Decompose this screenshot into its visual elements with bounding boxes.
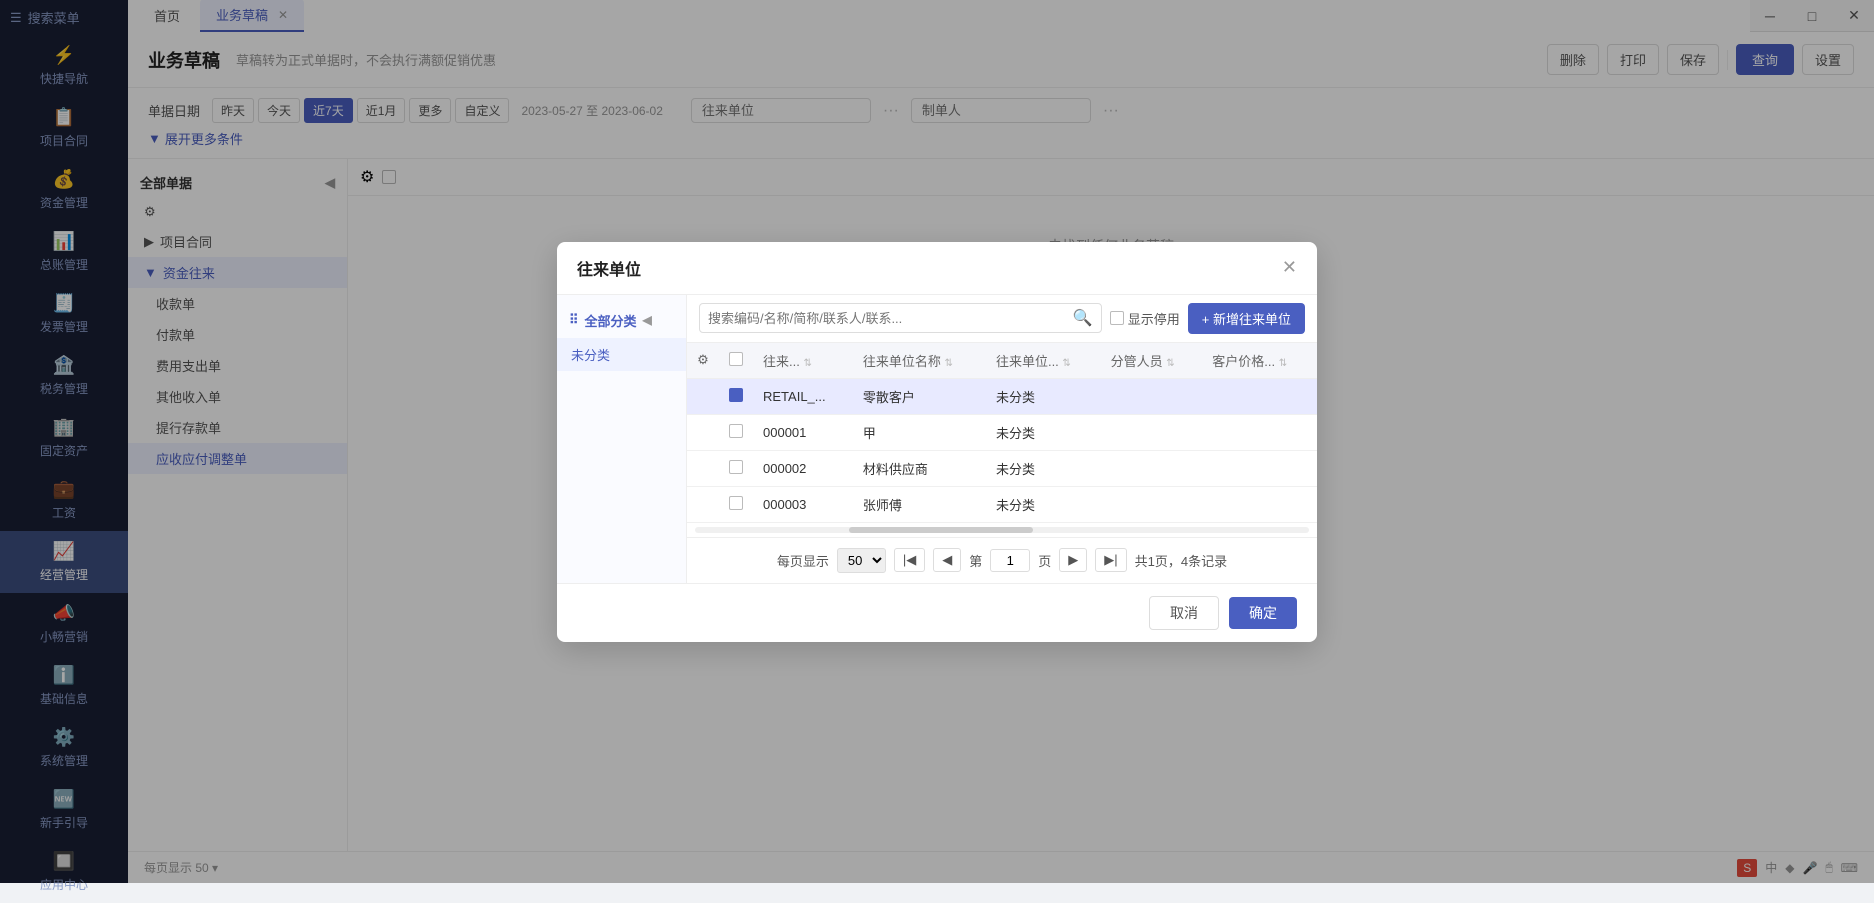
row-settings — [687, 450, 719, 486]
header-checkbox[interactable] — [729, 352, 743, 366]
sort-icon2: ⇅ — [945, 358, 953, 369]
show-disabled-label: 显示停用 — [1128, 309, 1180, 328]
row-name: 甲 — [853, 414, 986, 450]
row-settings — [687, 414, 719, 450]
cat-item-label: 未分类 — [571, 348, 610, 363]
row-code: 000003 — [753, 486, 853, 522]
scrollbar-thumb[interactable] — [849, 527, 1033, 533]
per-page-label: 每页显示 — [777, 551, 829, 570]
add-counterpart-button[interactable]: + 新增往来单位 — [1188, 303, 1305, 334]
search-box[interactable]: 🔍 — [699, 303, 1102, 333]
row-name: 零散客户 — [853, 378, 986, 414]
table-row[interactable]: 000001 甲 未分类 — [687, 414, 1317, 450]
row-checkbox[interactable] — [719, 414, 753, 450]
dialog-pagination: 每页显示 50 |◀ ◀ 第 页 ▶ ▶| 共1页，4条记录 — [687, 537, 1317, 583]
dialog-footer: 取消 确定 — [557, 583, 1317, 642]
col-manager: 分管人员 ⇅ — [1101, 343, 1203, 379]
first-page-button[interactable]: |◀ — [894, 548, 925, 572]
show-disabled-checkbox[interactable] — [1110, 311, 1124, 325]
dialog-title: 往来单位 — [577, 256, 641, 280]
row-cb-4[interactable] — [729, 496, 743, 510]
table-row[interactable]: 000002 材料供应商 未分类 — [687, 450, 1317, 486]
grid-icon: ⠿ — [569, 312, 579, 328]
dialog-header: 往来单位 ✕ — [557, 242, 1317, 295]
row-price — [1202, 414, 1317, 450]
row-category: 未分类 — [986, 378, 1101, 414]
dialog-close-icon[interactable]: ✕ — [1282, 257, 1297, 278]
page-label-pre: 第 — [969, 551, 982, 570]
row-settings — [687, 378, 719, 414]
row-price — [1202, 450, 1317, 486]
col-name: 往来单位名称 ⇅ — [853, 343, 986, 379]
show-disabled-option: 显示停用 — [1110, 309, 1180, 328]
table-row[interactable]: 000003 张师傅 未分类 — [687, 486, 1317, 522]
dialog-body: ⠿ 全部分类 ◀ 未分类 🔍 显示停 — [557, 295, 1317, 583]
dialog-overlay: 往来单位 ✕ ⠿ 全部分类 ◀ 未分类 — [0, 0, 1874, 883]
counterpart-table: ⚙ 往来... ⇅ 往来单位名称 ⇅ 往来单位... ⇅ 分管人员 ⇅ 客户价格… — [687, 343, 1317, 523]
sort-icon4: ⇅ — [1166, 358, 1174, 369]
data-table: ⚙ 往来... ⇅ 往来单位名称 ⇅ 往来单位... ⇅ 分管人员 ⇅ 客户价格… — [687, 343, 1317, 523]
col-code: 往来... ⇅ — [753, 343, 853, 379]
row-category: 未分类 — [986, 450, 1101, 486]
row-checkbox[interactable] — [719, 486, 753, 522]
row-cb-1[interactable] — [729, 388, 743, 402]
cancel-button[interactable]: 取消 — [1149, 596, 1219, 630]
row-manager — [1101, 486, 1203, 522]
row-category: 未分类 — [986, 414, 1101, 450]
next-page-button[interactable]: ▶ — [1059, 548, 1087, 572]
row-code: RETAIL_... — [753, 378, 853, 414]
search-input[interactable] — [708, 311, 1069, 326]
sort-icon: ⇅ — [803, 358, 811, 369]
row-name: 张师傅 — [853, 486, 986, 522]
row-manager — [1101, 414, 1203, 450]
row-price — [1202, 486, 1317, 522]
prev-page-button[interactable]: ◀ — [933, 548, 961, 572]
page-label-post: 页 — [1038, 551, 1051, 570]
category-header-label: 全部分类 — [585, 311, 637, 330]
col-price-level: 客户价格... ⇅ — [1202, 343, 1317, 379]
row-cb-3[interactable] — [729, 460, 743, 474]
row-name: 材料供应商 — [853, 450, 986, 486]
data-panel: 🔍 显示停用 + 新增往来单位 ⚙ — [687, 295, 1317, 583]
per-page-select[interactable]: 50 — [837, 548, 886, 573]
row-manager — [1101, 378, 1203, 414]
row-category: 未分类 — [986, 486, 1101, 522]
cat-toggle-icon[interactable]: ◀ — [643, 313, 652, 327]
table-body: RETAIL_... 零散客户 未分类 000001 甲 — [687, 378, 1317, 522]
row-cb-2[interactable] — [729, 424, 743, 438]
page-input[interactable] — [990, 549, 1030, 572]
sort-icon3: ⇅ — [1062, 358, 1070, 369]
sort-icon5: ⇅ — [1279, 358, 1287, 369]
row-manager — [1101, 450, 1203, 486]
total-label: 共1页，4条记录 — [1135, 551, 1227, 570]
row-price — [1202, 378, 1317, 414]
horizontal-scrollbar[interactable] — [695, 527, 1309, 533]
last-page-button[interactable]: ▶| — [1095, 548, 1126, 572]
col-category: 往来单位... ⇅ — [986, 343, 1101, 379]
cat-item-unclassified[interactable]: 未分类 — [557, 338, 686, 371]
category-header[interactable]: ⠿ 全部分类 ◀ — [557, 303, 686, 338]
category-panel: ⠿ 全部分类 ◀ 未分类 — [557, 295, 687, 583]
row-settings — [687, 486, 719, 522]
confirm-button[interactable]: 确定 — [1229, 597, 1297, 629]
row-checkbox[interactable] — [719, 450, 753, 486]
counterpart-dialog: 往来单位 ✕ ⠿ 全部分类 ◀ 未分类 — [557, 242, 1317, 642]
col-settings[interactable]: ⚙ — [687, 343, 719, 379]
table-row[interactable]: RETAIL_... 零散客户 未分类 — [687, 378, 1317, 414]
table-header-row: ⚙ 往来... ⇅ 往来单位名称 ⇅ 往来单位... ⇅ 分管人员 ⇅ 客户价格… — [687, 343, 1317, 379]
row-code: 000001 — [753, 414, 853, 450]
col-checkbox[interactable] — [719, 343, 753, 379]
row-checkbox[interactable] — [719, 378, 753, 414]
data-toolbar: 🔍 显示停用 + 新增往来单位 — [687, 295, 1317, 343]
search-icon: 🔍 — [1073, 308, 1093, 328]
row-code: 000002 — [753, 450, 853, 486]
